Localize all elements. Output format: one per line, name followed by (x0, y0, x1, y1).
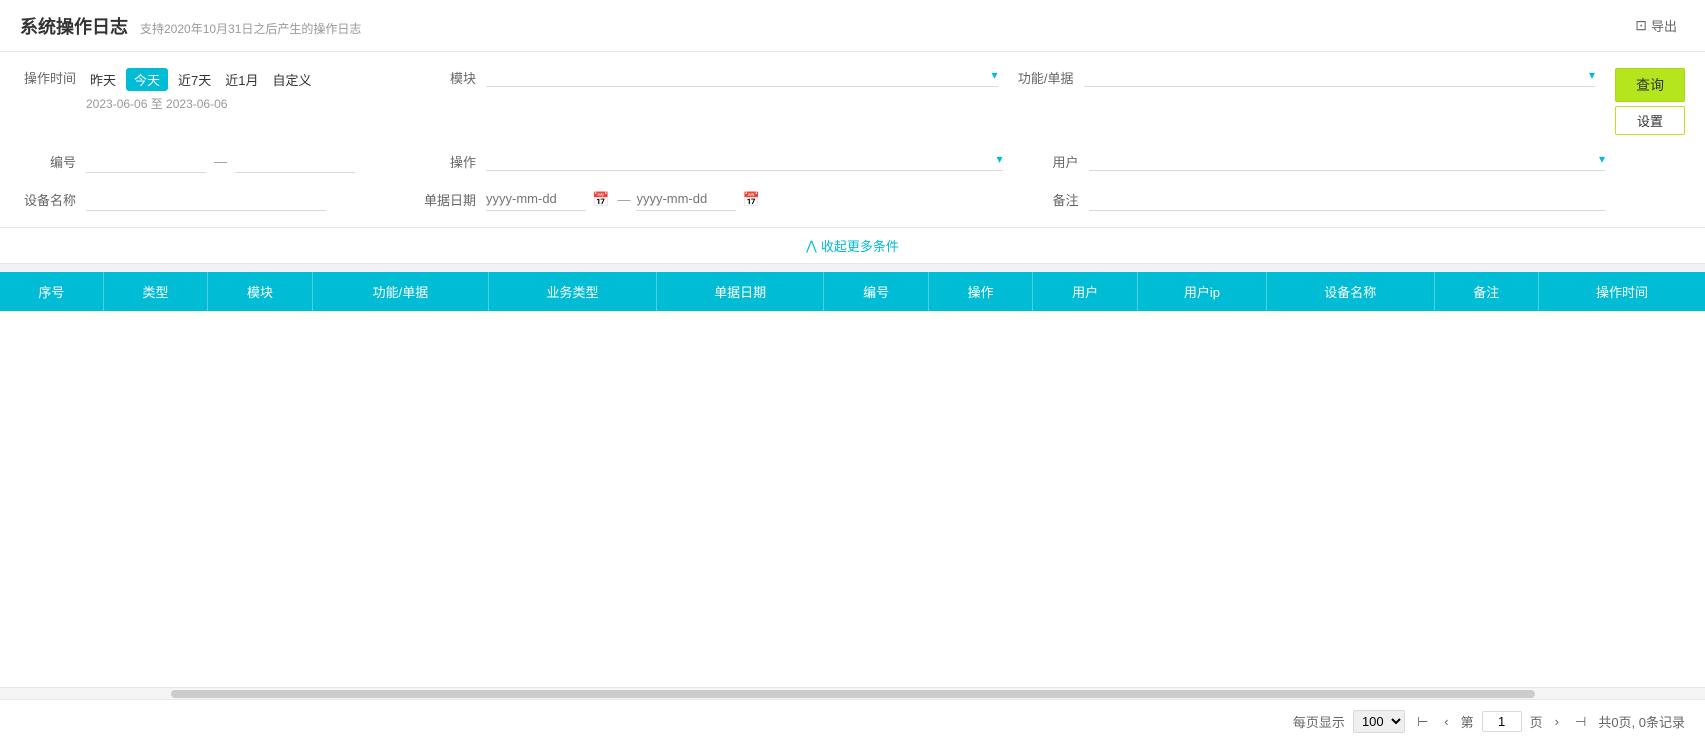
table-head: 序号 类型 模块 功能/单据 业务类型 单据日期 编号 操作 用户 用户ip 设… (0, 272, 1705, 311)
page-title: 系统操作日志 (20, 13, 128, 39)
filter-area: 操作时间 昨天 今天 近7天 近1月 自定义 2023-06-06 至 2023… (0, 52, 1705, 228)
today-btn[interactable]: 今天 (126, 68, 168, 91)
remark-input[interactable] (1089, 187, 1606, 211)
col-doc-date: 单据日期 (656, 272, 824, 311)
col-op-time: 操作时间 (1539, 272, 1705, 311)
op-select[interactable]: ▾ (486, 152, 1003, 171)
code-range: — (86, 149, 400, 173)
col-user-ip: 用户ip (1137, 272, 1266, 311)
date-from-input[interactable] (486, 187, 586, 211)
func-select[interactable]: ▾ (1084, 68, 1596, 87)
custom-btn[interactable]: 自定义 (269, 68, 316, 91)
func-dropdown-icon: ▾ (1589, 68, 1595, 82)
page-unit: 页 (1530, 712, 1543, 731)
pagination-bar: 每页显示 100 50 200 ⊢ ‹ 第 页 › ⊣ 共0页, 0条记录 (0, 699, 1705, 743)
data-table: 序号 类型 模块 功能/单据 业务类型 单据日期 编号 操作 用户 用户ip 设… (0, 272, 1705, 311)
settings-button[interactable]: 设置 (1615, 106, 1685, 135)
col-code: 编号 (824, 272, 928, 311)
page-size-label: 每页显示 (1293, 712, 1345, 731)
header-left: 系统操作日志 支持2020年10月31日之后产生的操作日志 (20, 13, 361, 39)
last-page-btn[interactable]: ⊣ (1571, 712, 1590, 732)
module-label: 模块 (420, 68, 476, 87)
col-op: 操作 (928, 272, 1032, 311)
func-label: 功能/单据 (1018, 68, 1074, 87)
user-label: 用户 (1023, 152, 1079, 171)
op-dropdown-icon: ▾ (996, 152, 1002, 166)
code-sep: — (214, 154, 227, 169)
empty-area (0, 337, 1705, 687)
col-biz-type: 业务类型 (489, 272, 657, 311)
doc-date-label: 单据日期 (420, 190, 476, 209)
user-select[interactable]: ▾ (1089, 152, 1606, 171)
page-number-input[interactable] (1482, 711, 1522, 732)
col-func: 功能/单据 (312, 272, 488, 311)
code-to-input[interactable] (235, 149, 355, 173)
col-module: 模块 (208, 272, 312, 311)
export-button[interactable]: ⊡ 导出 (1627, 12, 1685, 39)
col-type: 类型 (103, 272, 207, 311)
collapse-label: 收起更多条件 (821, 236, 899, 255)
col-remark: 备注 (1434, 272, 1538, 311)
device-label: 设备名称 (20, 190, 76, 209)
table-wrapper: 序号 类型 模块 功能/单据 业务类型 单据日期 编号 操作 用户 用户ip 设… (0, 272, 1705, 337)
code-label: 编号 (20, 152, 76, 171)
next-page-btn[interactable]: › (1551, 712, 1563, 731)
page-header: 系统操作日志 支持2020年10月31日之后产生的操作日志 ⊡ 导出 (0, 0, 1705, 52)
date-sep: — (617, 192, 630, 207)
export-label: 导出 (1651, 16, 1677, 35)
last-month-btn[interactable]: 近1月 (221, 68, 262, 91)
time-buttons: 昨天 今天 近7天 近1月 自定义 (86, 68, 400, 91)
main-content: 序号 类型 模块 功能/单据 业务类型 单据日期 编号 操作 用户 用户ip 设… (0, 272, 1705, 687)
remark-label: 备注 (1023, 190, 1079, 209)
col-user: 用户 (1033, 272, 1137, 311)
doc-date-range: 📅 — 📅 (486, 187, 1003, 211)
collapse-bar-content: ⋀ 收起更多条件 (806, 236, 899, 255)
page-wrapper: 系统操作日志 支持2020年10月31日之后产生的操作日志 ⊡ 导出 操作时间 … (0, 0, 1705, 743)
op-label: 操作 (420, 152, 476, 171)
time-label: 操作时间 (20, 68, 76, 87)
page-subtitle: 支持2020年10月31日之后产生的操作日志 (140, 20, 361, 37)
last7-btn[interactable]: 近7天 (174, 68, 215, 91)
scrollbar-thumb (171, 690, 1535, 698)
calendar-to-icon[interactable]: 📅 (742, 191, 759, 208)
export-icon: ⊡ (1635, 17, 1647, 34)
code-from-input[interactable] (86, 149, 206, 173)
page-label: 第 (1461, 712, 1474, 731)
collapse-icon: ⋀ (806, 238, 817, 254)
time-range-display: 2023-06-06 至 2023-06-06 (86, 95, 400, 112)
page-size-select[interactable]: 100 50 200 (1353, 710, 1405, 733)
module-dropdown-icon: ▾ (991, 68, 997, 82)
scrollbar-area[interactable] (0, 687, 1705, 699)
module-select[interactable]: ▾ (486, 68, 998, 87)
table-header-row: 序号 类型 模块 功能/单据 业务类型 单据日期 编号 操作 用户 用户ip 设… (0, 272, 1705, 311)
first-page-btn[interactable]: ⊢ (1413, 712, 1432, 732)
yesterday-btn[interactable]: 昨天 (86, 68, 120, 91)
query-button[interactable]: 查询 (1615, 68, 1685, 102)
date-to-input[interactable] (636, 187, 736, 211)
time-filter: 昨天 今天 近7天 近1月 自定义 2023-06-06 至 2023-06-0… (86, 68, 400, 112)
col-device: 设备名称 (1266, 272, 1434, 311)
user-dropdown-icon: ▾ (1599, 152, 1605, 166)
page-total: 共0页, 0条记录 (1598, 712, 1685, 731)
calendar-from-icon[interactable]: 📅 (592, 191, 609, 208)
col-seq: 序号 (0, 272, 103, 311)
device-input[interactable] (86, 187, 326, 211)
prev-page-btn[interactable]: ‹ (1440, 712, 1452, 731)
collapse-bar[interactable]: ⋀ 收起更多条件 (0, 228, 1705, 264)
action-buttons: 查询 设置 (1615, 68, 1685, 135)
